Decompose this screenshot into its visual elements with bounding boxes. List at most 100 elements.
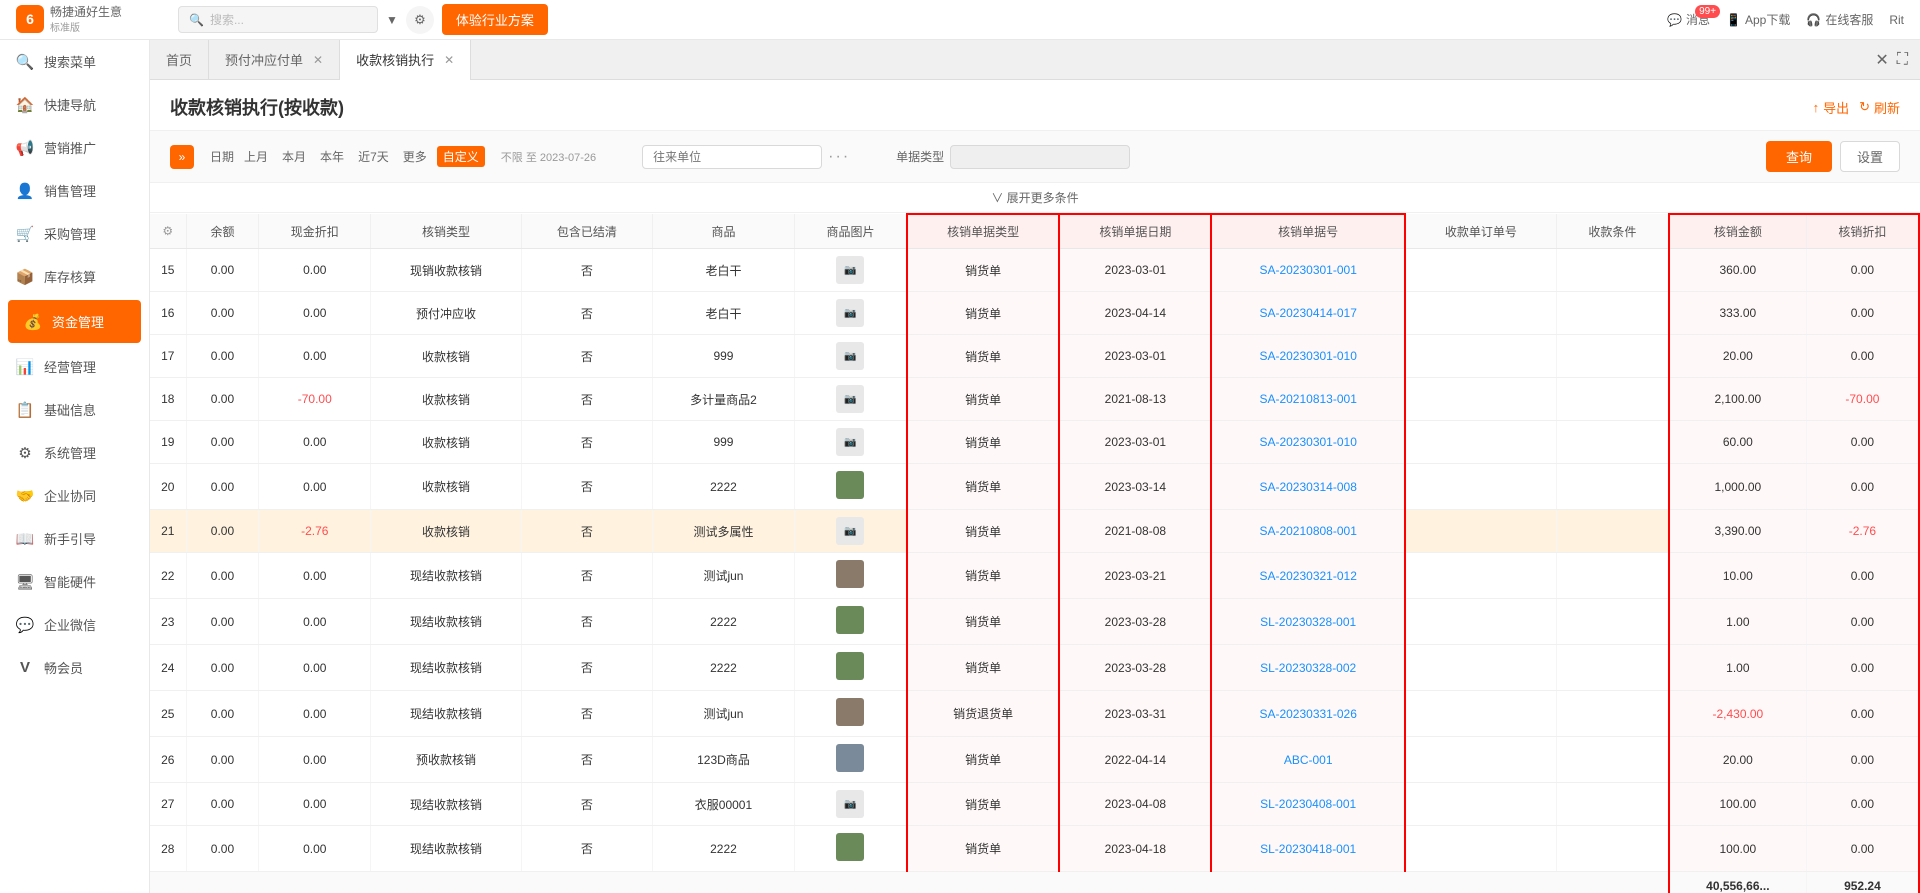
sidebar-item-sales[interactable]: 👤 销售管理 xyxy=(0,169,149,212)
sidebar-item-search[interactable]: 🔍 搜索菜单 xyxy=(0,40,149,83)
bill-no-link[interactable]: SA-20210808-001 xyxy=(1259,524,1356,538)
voucher-type-select[interactable] xyxy=(950,145,1130,169)
table-row: 240.000.00现结收款核销否2222销货单2023-03-28SL-202… xyxy=(150,645,1919,691)
tab-receipt-close[interactable]: ✕ xyxy=(444,53,454,67)
topbar: 6 畅捷通好生意 标准版 🔍 搜索... ▼ ⚙ 体验行业方案 💬 消息 99+… xyxy=(0,0,1920,40)
system-icon: ⚙ xyxy=(16,444,34,462)
gear-button[interactable]: ⚙ xyxy=(406,6,434,34)
counterparty-dots[interactable]: ··· xyxy=(828,148,850,166)
marketing-icon: 📢 xyxy=(16,139,34,157)
user-name-area[interactable]: Rit xyxy=(1889,13,1904,27)
online-service-button[interactable]: 🎧 在线客服 xyxy=(1806,11,1873,28)
bill-no-link[interactable]: SA-20230301-010 xyxy=(1259,349,1356,363)
bill-no-link[interactable]: SA-20230301-001 xyxy=(1259,263,1356,277)
search-bar-area: 🔍 搜索... ▼ ⚙ 体验行业方案 xyxy=(178,4,1655,35)
col-settings[interactable]: ⚙ xyxy=(150,214,186,249)
sidebar-item-collab[interactable]: 🤝 企业协同 xyxy=(0,474,149,517)
date-more[interactable]: 更多 xyxy=(399,146,431,167)
date-this-month[interactable]: 本月 xyxy=(278,146,310,167)
bill-no-link[interactable]: SA-20230331-026 xyxy=(1259,707,1356,721)
col-write-off-bill-no: 核销单据号 xyxy=(1211,214,1404,249)
table-row: 170.000.00收款核销否999📷销货单2023-03-01SA-20230… xyxy=(150,335,1919,378)
expand-conditions-row: ∨ 展开更多条件 xyxy=(150,183,1920,213)
sidebar-item-basic[interactable]: 📋 基础信息 xyxy=(0,388,149,431)
settings-button[interactable]: 设置 xyxy=(1840,141,1900,172)
solution-button[interactable]: 体验行业方案 xyxy=(442,4,548,35)
table-row: 280.000.00现结收款核销否2222销货单2023-04-18SL-202… xyxy=(150,826,1919,872)
goods-image-cell: 📷 xyxy=(794,292,907,335)
close-tab-button[interactable]: ✕ xyxy=(1875,50,1888,70)
export-button[interactable]: ↑ 导出 xyxy=(1813,98,1850,117)
bill-no-link[interactable]: ABC-001 xyxy=(1284,753,1333,767)
bill-no-link[interactable]: SA-20230414-017 xyxy=(1259,306,1356,320)
page-actions: ↑ 导出 ↻ 刷新 xyxy=(1813,98,1900,117)
sidebar-item-wechat[interactable]: 💬 企业微信 xyxy=(0,603,149,646)
goods-image-cell: 📷 xyxy=(794,510,907,553)
message-button[interactable]: 💬 消息 99+ xyxy=(1667,11,1710,28)
col-write-off-discount: 核销折扣 xyxy=(1806,214,1919,249)
table-row: 230.000.00现结收款核销否2222销货单2023-03-28SL-202… xyxy=(150,599,1919,645)
bill-no-link[interactable]: SA-20230314-008 xyxy=(1259,480,1356,494)
sidebar-item-guide[interactable]: 📖 新手引导 xyxy=(0,517,149,560)
sidebar-item-member[interactable]: V 畅会员 xyxy=(0,646,149,689)
purchase-icon: 🛒 xyxy=(16,225,34,243)
collab-icon: 🤝 xyxy=(16,487,34,505)
goods-image-cell xyxy=(794,553,907,599)
goods-image-cell xyxy=(794,645,907,691)
app-name: 畅捷通好生意 xyxy=(50,5,122,19)
col-goods-img: 商品图片 xyxy=(794,214,907,249)
bill-no-link[interactable]: SL-20230408-001 xyxy=(1260,797,1356,811)
column-settings-icon[interactable]: ⚙ xyxy=(162,224,173,238)
page-content: 收款核销执行(按收款) ↑ 导出 ↻ 刷新 » 日期 上月 xyxy=(150,80,1920,893)
bill-no-link[interactable]: SL-20230418-001 xyxy=(1260,842,1356,856)
sidebar-item-quicknav[interactable]: 🏠 快捷导航 xyxy=(0,83,149,126)
date-options: 上月 本月 本年 近7天 更多 自定义 xyxy=(240,146,485,167)
tab-prepay-close[interactable]: ✕ xyxy=(313,53,323,67)
bill-no-link[interactable]: SA-20230301-010 xyxy=(1259,435,1356,449)
sidebar-item-purchase[interactable]: 🛒 采购管理 xyxy=(0,212,149,255)
counterparty-input[interactable] xyxy=(642,145,822,169)
sidebar-item-system[interactable]: ⚙ 系统管理 xyxy=(0,431,149,474)
tab-receipt[interactable]: 收款核销执行 ✕ xyxy=(340,40,471,80)
date-this-year[interactable]: 本年 xyxy=(316,146,348,167)
date-7days[interactable]: 近7天 xyxy=(354,146,393,167)
sidebar-item-marketing[interactable]: 📢 营销推广 xyxy=(0,126,149,169)
tab-prepay[interactable]: 预付冲应付单 ✕ xyxy=(209,40,340,80)
bill-no-link[interactable]: SL-20230328-002 xyxy=(1260,661,1356,675)
page-title: 收款核销执行(按收款) xyxy=(170,94,344,120)
table-row: 180.00-70.00收款核销否多计量商品2📷销货单2021-08-13SA-… xyxy=(150,378,1919,421)
sidebar-item-operations[interactable]: 📊 经营管理 xyxy=(0,345,149,388)
col-cash-discount: 现金折扣 xyxy=(259,214,371,249)
date-custom[interactable]: 自定义 xyxy=(437,146,485,167)
counterparty-filter: ··· xyxy=(642,145,850,169)
query-button[interactable]: 查询 xyxy=(1766,141,1832,172)
sidebar-item-inventory[interactable]: 📦 库存核算 xyxy=(0,255,149,298)
tab-home[interactable]: 首页 xyxy=(150,40,209,80)
col-balance: 余额 xyxy=(186,214,259,249)
sidebar-item-hardware[interactable]: 🖥 智能硬件 xyxy=(0,560,149,603)
tabbar: 首页 预付冲应付单 ✕ 收款核销执行 ✕ ✕ ⛶ xyxy=(150,40,1920,80)
restore-tab-button[interactable]: ⛶ xyxy=(1897,51,1908,69)
bill-no-link[interactable]: SL-20230328-001 xyxy=(1260,615,1356,629)
message-badge: 99+ xyxy=(1695,5,1720,18)
search-input[interactable]: 🔍 搜索... xyxy=(178,6,378,33)
dropdown-btn[interactable]: ▼ xyxy=(386,13,398,27)
filter-expand-button[interactable]: » xyxy=(170,145,194,169)
app-download-button[interactable]: 📱 App下载 xyxy=(1726,11,1790,28)
col-receipt-order-no: 收款单订单号 xyxy=(1405,214,1556,249)
sidebar-item-finance[interactable]: 💰 资金管理 xyxy=(8,300,141,343)
bill-no-link[interactable]: SA-20230321-012 xyxy=(1259,569,1356,583)
export-icon: ↑ xyxy=(1813,100,1820,115)
search-icon: 🔍 xyxy=(16,53,34,71)
goods-image-cell: 📷 xyxy=(794,378,907,421)
date-last-month[interactable]: 上月 xyxy=(240,146,272,167)
col-write-off-bill-type: 核销单据类型 xyxy=(907,214,1059,249)
data-table-container[interactable]: ⚙ 余额 现金折扣 核销类型 包含已结清 商品 商品图片 核销单据类型 核销单据… xyxy=(150,213,1920,893)
table-row: 150.000.00现销收款核销否老白干📷销货单2023-03-01SA-202… xyxy=(150,249,1919,292)
bill-no-link[interactable]: SA-20210813-001 xyxy=(1259,392,1356,406)
date-filter-group: 日期 上月 本月 本年 近7天 更多 自定义 xyxy=(210,146,485,167)
sales-icon: 👤 xyxy=(16,182,34,200)
expand-conditions-button[interactable]: ∨ 展开更多条件 xyxy=(991,189,1078,206)
refresh-button[interactable]: ↻ 刷新 xyxy=(1859,98,1900,117)
data-table: ⚙ 余额 现金折扣 核销类型 包含已结清 商品 商品图片 核销单据类型 核销单据… xyxy=(150,213,1920,893)
